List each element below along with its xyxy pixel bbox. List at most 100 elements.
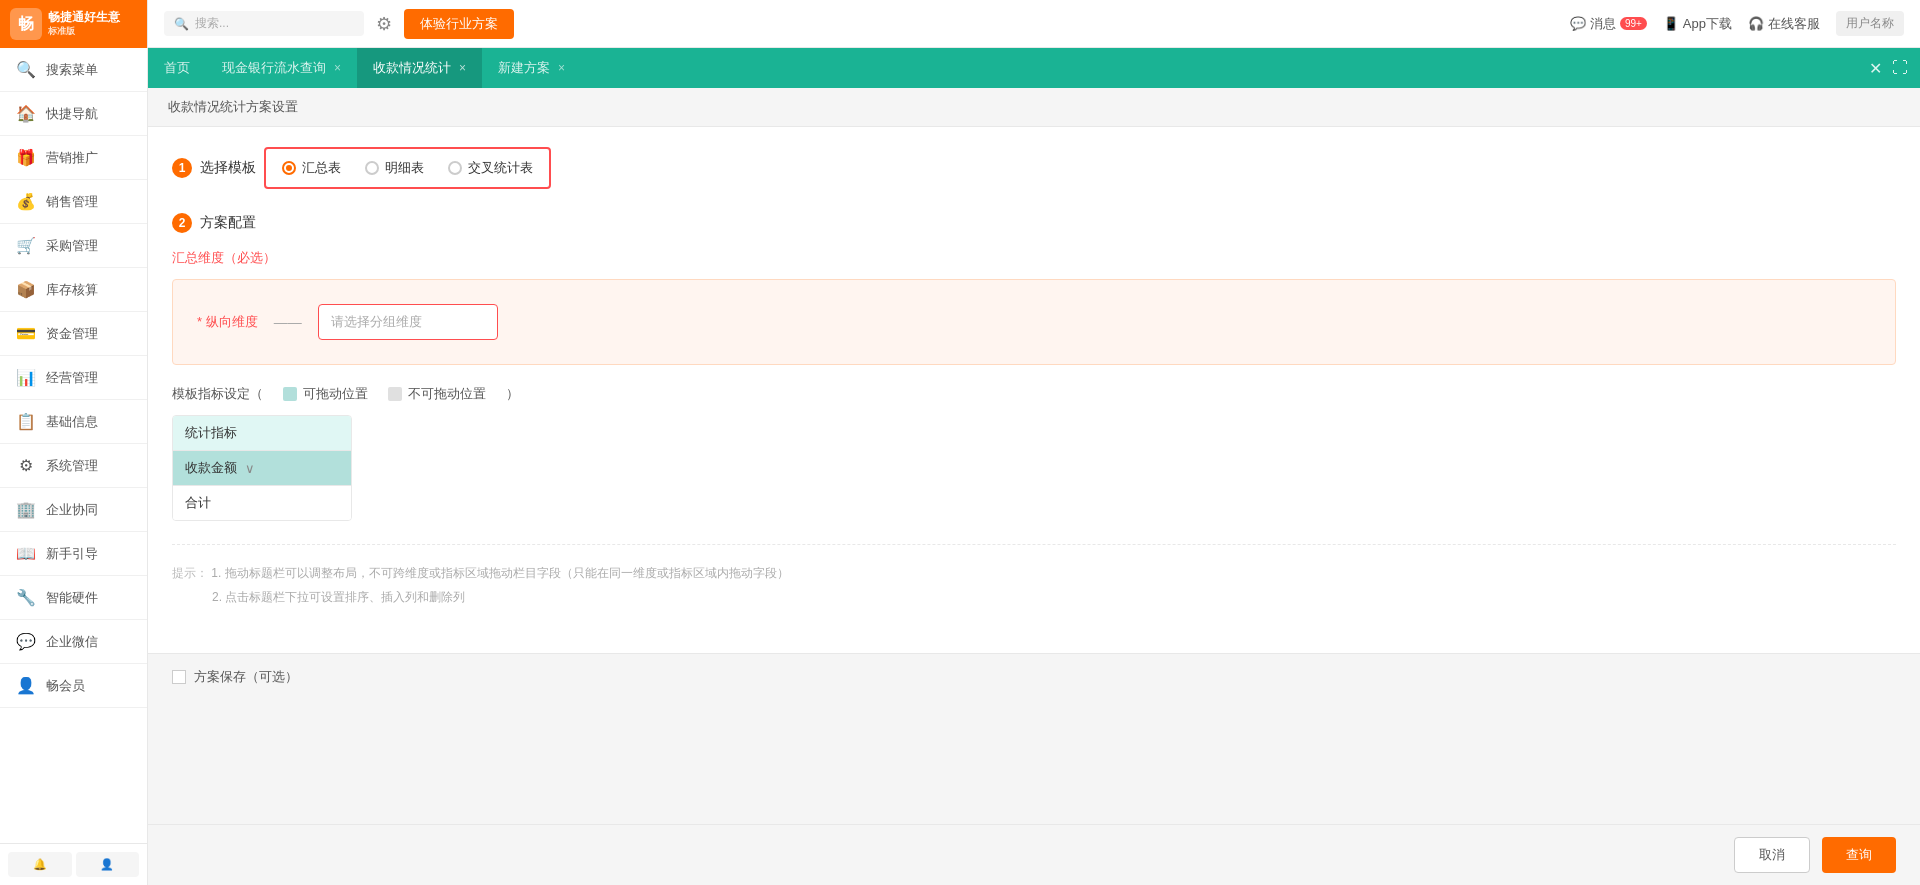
notification-icon: 💬 xyxy=(1570,16,1586,31)
download-action[interactable]: 📱 App下载 xyxy=(1663,15,1732,33)
radio-btn-cross[interactable] xyxy=(448,161,462,175)
search-placeholder: 搜索... xyxy=(195,15,229,32)
radio-option-detail[interactable]: 明细表 xyxy=(365,159,424,177)
metrics-header: 模板指标设定（ 可拖动位置 不可拖动位置 ） xyxy=(172,385,1896,403)
sidebar-icon-smart_hw: 🔧 xyxy=(16,588,36,607)
download-icon: 📱 xyxy=(1663,16,1679,31)
tabs-controls: ✕ ⛶ xyxy=(1857,48,1920,88)
service-icon: 🎧 xyxy=(1748,16,1764,31)
sidebar-item-operations[interactable]: 📊 经营管理 xyxy=(0,356,147,400)
dim-select[interactable]: 请选择分组维度 xyxy=(318,304,498,340)
sidebar-label-member: 畅会员 xyxy=(46,677,85,695)
sidebar-icon-finance: 💳 xyxy=(16,324,36,343)
tab-close-cash_flow[interactable]: × xyxy=(334,61,341,75)
sidebar-item-quick_nav[interactable]: 🏠 快捷导航 xyxy=(0,92,147,136)
section1-title: 选择模板 xyxy=(200,159,256,177)
sidebar-footer-btn-2[interactable]: 👤 xyxy=(76,852,140,877)
sidebar-icon-marketing: 🎁 xyxy=(16,148,36,167)
cancel-button[interactable]: 取消 xyxy=(1734,837,1810,873)
sidebar-footer: 🔔 👤 xyxy=(0,843,147,885)
sidebar-item-system[interactable]: ⚙ 系统管理 xyxy=(0,444,147,488)
settings-icon[interactable]: ⚙ xyxy=(376,13,392,35)
sidebar-item-inventory[interactable]: 📦 库存核算 xyxy=(0,268,147,312)
tab-close-collection_stats[interactable]: × xyxy=(459,61,466,75)
service-label: 在线客服 xyxy=(1768,15,1820,33)
radio-option-summary[interactable]: 汇总表 xyxy=(282,159,341,177)
page-body: 1 选择模板 汇总表 明细表 交叉统计表 2 方案配置 xyxy=(148,127,1920,653)
sidebar-icon-sales: 💰 xyxy=(16,192,36,211)
sidebar-icon-system: ⚙ xyxy=(16,456,36,475)
header-actions: 💬 消息 99+ 📱 App下载 🎧 在线客服 用户名称 xyxy=(1570,11,1904,36)
tab-label-new_plan: 新建方案 xyxy=(498,59,550,77)
tab-home[interactable]: 首页 xyxy=(148,48,206,88)
sidebar-icon-operations: 📊 xyxy=(16,368,36,387)
close-window-icon[interactable]: ✕ xyxy=(1869,59,1882,78)
section2-title: 方案配置 xyxy=(200,214,256,232)
sidebar-item-purchase[interactable]: 🛒 采购管理 xyxy=(0,224,147,268)
tab-cash_flow[interactable]: 现金银行流水查询 × xyxy=(206,48,357,88)
sidebar-icon-inventory: 📦 xyxy=(16,280,36,299)
notification-badge: 99+ xyxy=(1620,17,1647,30)
sidebar-label-inventory: 库存核算 xyxy=(46,281,98,299)
sidebar-label-guide: 新手引导 xyxy=(46,545,98,563)
sidebar-item-finance[interactable]: 💳 资金管理 xyxy=(0,312,147,356)
metrics-table: 统计指标 收款金额 ∨ 合计 xyxy=(172,415,352,521)
radio-btn-summary[interactable] xyxy=(282,161,296,175)
notification-action[interactable]: 💬 消息 99+ xyxy=(1570,15,1647,33)
section-template: 1 选择模板 汇总表 明细表 交叉统计表 xyxy=(172,147,1896,189)
sidebar-item-marketing[interactable]: 🎁 营销推广 xyxy=(0,136,147,180)
legend-non-draggable: 不可拖动位置 xyxy=(388,385,486,403)
service-action[interactable]: 🎧 在线客服 xyxy=(1748,15,1820,33)
sidebar-label-smart_hw: 智能硬件 xyxy=(46,589,98,607)
sidebar-item-guide[interactable]: 📖 新手引导 xyxy=(0,532,147,576)
metric-name-row[interactable]: 收款金额 ∨ xyxy=(173,451,351,486)
logo: 畅 畅捷通好生意 标准版 xyxy=(0,0,147,48)
sidebar-item-sales[interactable]: 💰 销售管理 xyxy=(0,180,147,224)
tab-new_plan[interactable]: 新建方案 × xyxy=(482,48,581,88)
download-label: App下载 xyxy=(1683,15,1732,33)
sidebar-label-system: 系统管理 xyxy=(46,457,98,475)
sidebar-label-operations: 经营管理 xyxy=(46,369,98,387)
non-draggable-legend-box xyxy=(388,387,402,401)
section-config: 2 方案配置 汇总维度（必选） * 纵向维度 —— 请选择分组维度 xyxy=(172,213,1896,609)
tab-collection_stats[interactable]: 收款情况统计× xyxy=(357,48,482,88)
sidebar-item-search[interactable]: 🔍 搜索菜单 xyxy=(0,48,147,92)
radio-label-detail: 明细表 xyxy=(385,159,424,177)
sidebar-item-wechat[interactable]: 💬 企业微信 xyxy=(0,620,147,664)
sidebar-item-member[interactable]: 👤 畅会员 xyxy=(0,664,147,708)
tab-bar: 首页现金银行流水查询×收款情况统计×新建方案× ✕ ⛶ xyxy=(148,48,1920,88)
main-area: 🔍 搜索... ⚙ 体验行业方案 💬 消息 99+ 📱 App下载 🎧 在线客服… xyxy=(148,0,1920,885)
sidebar-icon-purchase: 🛒 xyxy=(16,236,36,255)
tab-close-new_plan[interactable]: × xyxy=(558,61,565,75)
sidebar-item-enterprise[interactable]: 🏢 企业协同 xyxy=(0,488,147,532)
radio-option-cross[interactable]: 交叉统计表 xyxy=(448,159,533,177)
trial-button[interactable]: 体验行业方案 xyxy=(404,9,514,39)
user-display[interactable]: 用户名称 xyxy=(1836,11,1904,36)
tab-label-cash_flow: 现金银行流水查询 xyxy=(222,59,326,77)
header-search[interactable]: 🔍 搜索... xyxy=(164,11,364,36)
metric-expand-icon[interactable]: ∨ xyxy=(245,461,255,476)
metric-name: 收款金额 xyxy=(185,459,237,477)
sidebar-item-smart_hw[interactable]: 🔧 智能硬件 xyxy=(0,576,147,620)
tab-label-home: 首页 xyxy=(164,59,190,77)
metric-total-row: 合计 xyxy=(173,486,351,520)
metrics-title-label: 模板指标设定（ xyxy=(172,385,263,403)
sidebar-icon-guide: 📖 xyxy=(16,544,36,563)
dim-subsection-title: 汇总维度（必选） xyxy=(172,249,1896,267)
stats-header: 统计指标 xyxy=(173,416,351,451)
radio-btn-detail[interactable] xyxy=(365,161,379,175)
template-options: 汇总表 明细表 交叉统计表 xyxy=(264,147,551,189)
sidebar-label-basic_info: 基础信息 xyxy=(46,413,98,431)
expand-window-icon[interactable]: ⛶ xyxy=(1892,59,1908,77)
sidebar-footer-btn-1[interactable]: 🔔 xyxy=(8,852,72,877)
dim-arrow: —— xyxy=(274,314,302,330)
save-checkbox[interactable] xyxy=(172,670,186,684)
footer-bar: 取消 查询 xyxy=(148,824,1920,885)
query-button[interactable]: 查询 xyxy=(1822,837,1896,873)
sidebar-item-basic_info[interactable]: 📋 基础信息 xyxy=(0,400,147,444)
page-content: 收款情况统计方案设置 1 选择模板 汇总表 明细表 交叉统计表 xyxy=(148,88,1920,824)
sidebar-label-finance: 资金管理 xyxy=(46,325,98,343)
draggable-legend-box xyxy=(283,387,297,401)
dim-placeholder: 请选择分组维度 xyxy=(331,314,422,329)
breadcrumb: 收款情况统计方案设置 xyxy=(148,88,1920,127)
